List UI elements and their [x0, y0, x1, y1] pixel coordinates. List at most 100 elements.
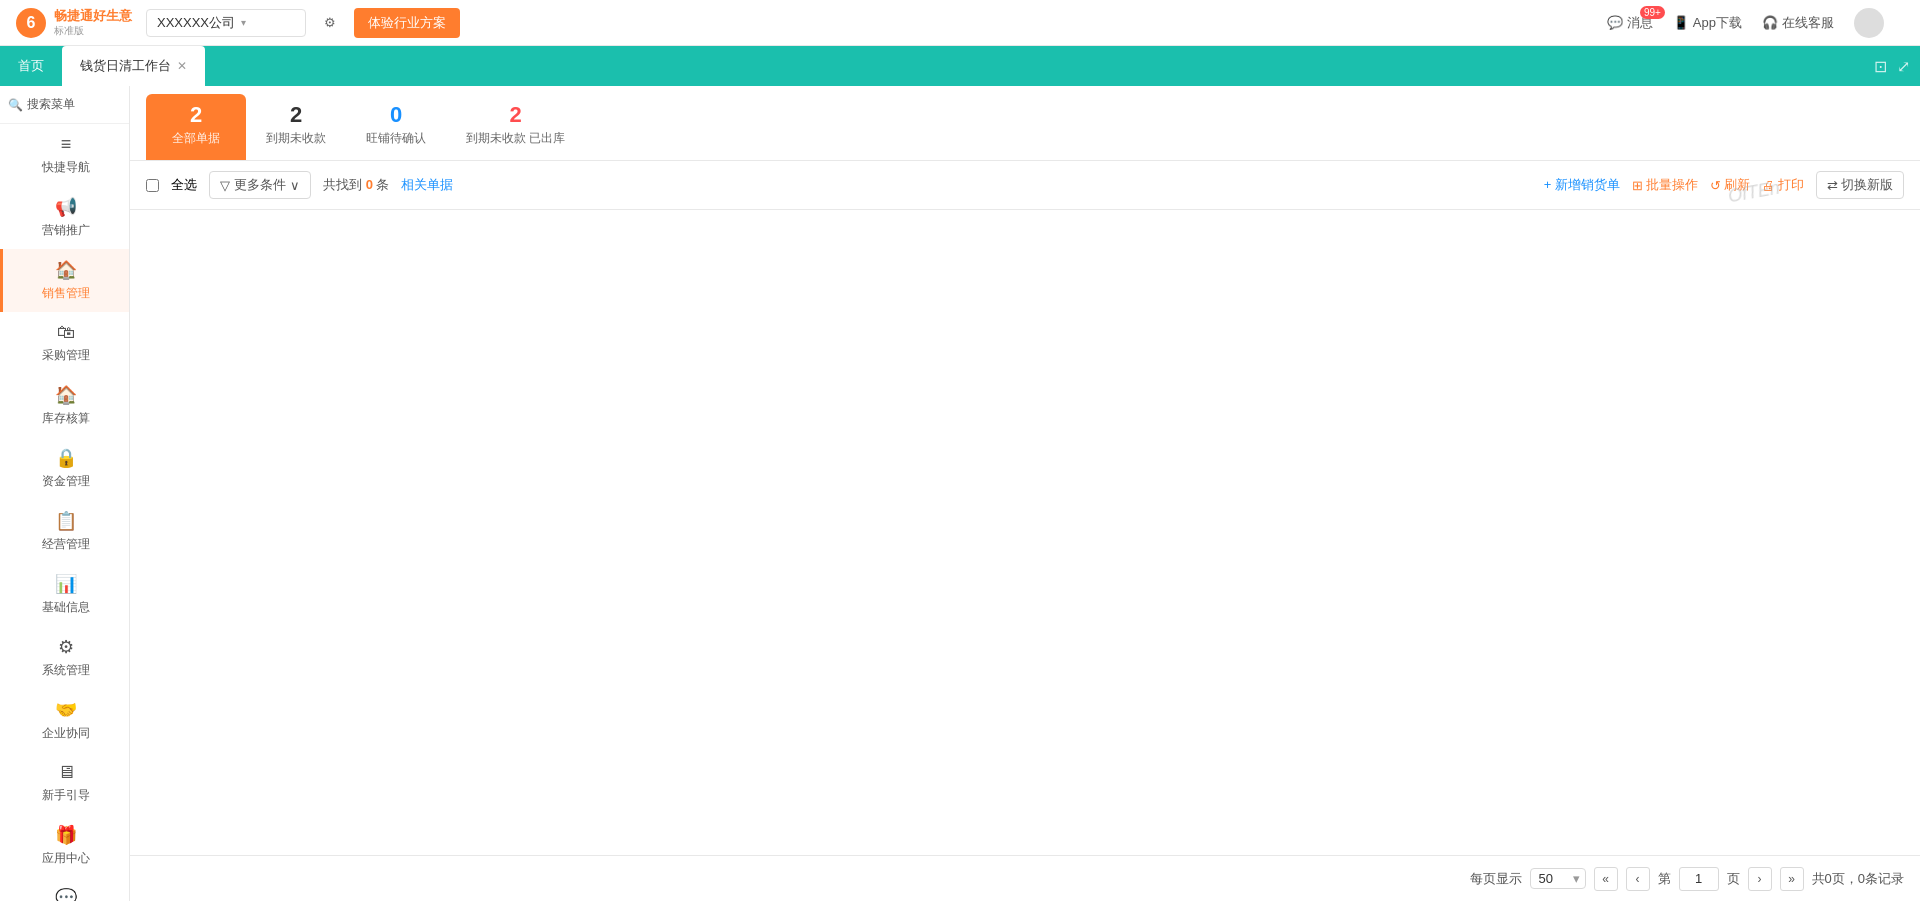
company-name: XXXXXX公司 — [157, 14, 235, 32]
finance-icon: 🔒 — [55, 447, 77, 469]
stat-tab-overdue[interactable]: 2 到期未收款 — [246, 94, 346, 160]
first-page-button[interactable]: « — [1594, 867, 1618, 891]
sidebar-item-weixin[interactable]: 💬 企业微信 — [0, 877, 129, 901]
stat-tab-pending[interactable]: 0 旺铺待确认 — [346, 94, 446, 160]
print-icon: 🖨 — [1762, 178, 1775, 193]
select-all-label: 全选 — [171, 176, 197, 194]
sidebar-item-purchase[interactable]: 🛍 采购管理 — [0, 312, 129, 374]
stat-label-out: 到期未收款 已出库 — [466, 130, 565, 147]
logo-icon: 6 — [16, 8, 46, 38]
sidebar-item-app-center[interactable]: 🎁 应用中心 — [0, 814, 129, 877]
minimize-icon[interactable]: ⊡ — [1874, 57, 1887, 76]
sidebar-item-guide[interactable]: 🖥 新手引导 — [0, 752, 129, 814]
prev-page-button[interactable]: ‹ — [1626, 867, 1650, 891]
basic-info-icon: 📊 — [55, 573, 77, 595]
inventory-icon: 🏠 — [55, 384, 77, 406]
sidebar-item-label: 经营管理 — [42, 536, 90, 553]
tab-close-icon[interactable]: ✕ — [177, 59, 187, 73]
print-button[interactable]: 🖨 打印 — [1762, 176, 1804, 194]
refresh-button[interactable]: ↺ 刷新 — [1710, 176, 1750, 194]
company-selector[interactable]: XXXXXX公司 ▾ — [146, 9, 306, 37]
sidebar-item-inventory[interactable]: 🏠 库存核算 — [0, 374, 129, 437]
stat-label-all: 全部单据 — [172, 130, 220, 147]
quick-nav-icon: ≡ — [61, 134, 72, 155]
sidebar-item-quick-nav[interactable]: ≡ 快捷导航 — [0, 124, 129, 186]
filter-icon: ▽ — [220, 178, 230, 193]
page-label: 第 — [1658, 870, 1671, 888]
select-all-checkbox[interactable] — [146, 179, 159, 192]
switch-version-button[interactable]: ⇄ 切换新版 — [1816, 171, 1904, 199]
logo-text: 畅捷通好生意 标准版 — [54, 8, 132, 38]
enterprise-icon: 🤝 — [55, 699, 77, 721]
weixin-icon: 💬 — [55, 887, 77, 901]
expand-icon[interactable]: ⤢ — [1897, 57, 1910, 76]
sidebar-item-marketing[interactable]: 📢 营销推广 — [0, 186, 129, 249]
purchase-icon: 🛍 — [57, 322, 75, 343]
found-unit: 条 — [376, 177, 389, 192]
refresh-icon: ↺ — [1710, 178, 1721, 193]
add-sales-button[interactable]: + 新增销货单 — [1544, 176, 1620, 194]
tab-home-label: 首页 — [18, 57, 44, 75]
batch-operation-button[interactable]: ⊞ 批量操作 — [1632, 176, 1698, 194]
sidebar-search-label: 搜索菜单 — [27, 96, 75, 113]
guide-icon: 🖥 — [57, 762, 75, 783]
sidebar-item-basic-info[interactable]: 📊 基础信息 — [0, 563, 129, 626]
app-center-icon: 🎁 — [55, 824, 77, 846]
logo-sub: 标准版 — [54, 24, 132, 37]
last-page-button[interactable]: » — [1780, 867, 1804, 891]
found-text: 共找到 0 条 — [323, 176, 389, 194]
sidebar-item-label: 销售管理 — [42, 285, 90, 302]
table-area — [130, 210, 1920, 855]
stat-label-pending: 旺铺待确认 — [366, 130, 426, 147]
tab-home[interactable]: 首页 — [0, 46, 62, 86]
filter-button[interactable]: ▽ 更多条件 ∨ — [209, 171, 311, 199]
sidebar: 🔍 搜索菜单 ≡ 快捷导航 📢 营销推广 🏠 销售管理 🛍 采购管理 🏠 库存核… — [0, 86, 130, 901]
found-prefix: 共找到 — [323, 177, 362, 192]
avatar[interactable] — [1854, 8, 1884, 38]
search-icon: 🔍 — [8, 98, 23, 112]
app-download-button[interactable]: 📱 App下载 — [1673, 14, 1742, 32]
tab-bar: 首页 钱货日清工作台 ✕ ⊡ ⤢ — [0, 46, 1920, 86]
page-number-input[interactable] — [1679, 867, 1719, 891]
message-button[interactable]: 💬 消息 99+ — [1607, 14, 1653, 32]
switch-label: 切换新版 — [1841, 176, 1893, 194]
sidebar-item-enterprise[interactable]: 🤝 企业协同 — [0, 689, 129, 752]
experience-button[interactable]: 体验行业方案 — [354, 8, 460, 38]
sidebar-item-label: 库存核算 — [42, 410, 90, 427]
header-right: 💬 消息 99+ 📱 App下载 🎧 在线客服 — [1607, 8, 1904, 38]
sidebar-item-system[interactable]: ⚙ 系统管理 — [0, 626, 129, 689]
sidebar-item-label: 系统管理 — [42, 662, 90, 679]
marketing-icon: 📢 — [55, 196, 77, 218]
stat-tab-all[interactable]: 2 全部单据 — [146, 94, 246, 160]
system-icon: ⚙ — [58, 636, 74, 658]
first-page-icon: « — [1602, 872, 1609, 886]
print-label: 打印 — [1778, 176, 1804, 194]
pagination-summary: 共0页，0条记录 — [1812, 870, 1904, 888]
prev-page-icon: ‹ — [1636, 872, 1640, 886]
sidebar-item-sales[interactable]: 🏠 销售管理 — [0, 249, 129, 312]
page-size-select[interactable]: 50 100 200 — [1530, 868, 1586, 889]
sidebar-item-label: 采购管理 — [42, 347, 90, 364]
operations-icon: 📋 — [55, 510, 77, 532]
sidebar-item-label: 新手引导 — [42, 787, 90, 804]
stat-label-overdue: 到期未收款 — [266, 130, 326, 147]
related-link[interactable]: 相关单据 — [401, 176, 453, 194]
online-service-label: 在线客服 — [1782, 14, 1834, 32]
sidebar-item-finance[interactable]: 🔒 资金管理 — [0, 437, 129, 500]
sidebar-item-operations[interactable]: 📋 经营管理 — [0, 500, 129, 563]
toolbar-right: + 新增销货单 ⊞ 批量操作 ↺ 刷新 🖨 打印 ⇄ 切换新版 — [1544, 171, 1904, 199]
online-service-button[interactable]: 🎧 在线客服 — [1762, 14, 1834, 32]
page-unit: 页 — [1727, 870, 1740, 888]
sidebar-search[interactable]: 🔍 搜索菜单 — [0, 86, 129, 124]
tab-work-label: 钱货日清工作台 — [80, 57, 171, 75]
sidebar-item-label: 应用中心 — [42, 850, 90, 867]
stats-tabs: 2 全部单据 2 到期未收款 0 旺铺待确认 2 到期未收款 已出库 — [130, 86, 1920, 161]
stat-tab-out[interactable]: 2 到期未收款 已出库 — [446, 94, 585, 160]
logo-main: 畅捷通好生意 — [54, 8, 132, 25]
stat-count-all: 2 — [190, 102, 202, 128]
filter-arrow-icon: ∨ — [290, 178, 300, 193]
tab-work[interactable]: 钱货日清工作台 ✕ — [62, 46, 205, 86]
next-page-button[interactable]: › — [1748, 867, 1772, 891]
settings-icon[interactable]: ⚙ — [316, 9, 344, 37]
sidebar-item-label: 资金管理 — [42, 473, 90, 490]
